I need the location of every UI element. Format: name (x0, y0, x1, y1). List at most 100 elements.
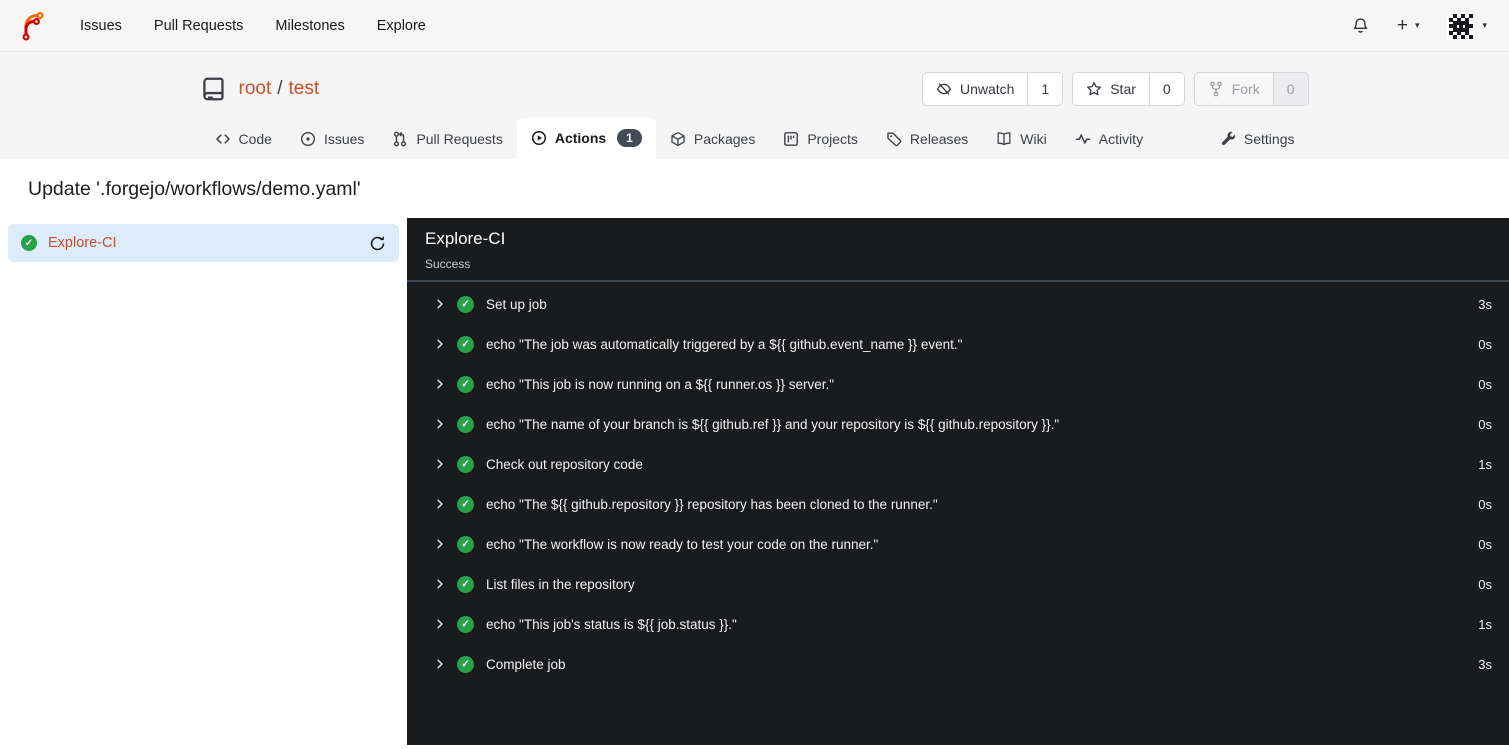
notifications-bell-icon[interactable] (1352, 17, 1369, 34)
job-log-panel: Explore-CI Success ✓ Set up job 3s ✓ ech… (407, 218, 1509, 745)
job-name: Explore-CI (48, 235, 117, 251)
tab-releases[interactable]: Releases (872, 120, 982, 159)
rerun-refresh-icon[interactable] (369, 235, 386, 252)
chevron-right-icon (437, 619, 443, 629)
nav-item-milestones[interactable]: Milestones (259, 9, 360, 43)
tab-issues[interactable]: Issues (286, 120, 378, 159)
tools-icon (1221, 131, 1236, 146)
unwatch-button[interactable]: Unwatch 1 (921, 72, 1064, 106)
tab-code[interactable]: Code (201, 120, 286, 159)
watch-count[interactable]: 1 (1028, 73, 1062, 105)
tab-pull-requests-label: Pull Requests (416, 131, 503, 147)
step-success-check-icon: ✓ (457, 495, 474, 513)
step-name: echo "The job was automatically triggere… (486, 336, 963, 352)
step-duration: 0s (1478, 496, 1492, 512)
tab-projects-label: Projects (807, 131, 858, 147)
tab-settings[interactable]: Settings (1206, 120, 1309, 159)
step-name: echo "This job is now running on a ${{ r… (486, 376, 835, 392)
star-count[interactable]: 0 (1150, 73, 1184, 105)
step-row[interactable]: ✓ Check out repository code 1s (407, 444, 1509, 484)
step-name: echo "The name of your branch is ${{ git… (486, 416, 1060, 432)
unwatch-label: Unwatch (959, 81, 1015, 97)
step-row[interactable]: ✓ Set up job 3s (407, 284, 1509, 324)
step-name: echo "This job's status is ${{ job.statu… (486, 616, 737, 632)
tab-actions-label: Actions (554, 130, 607, 146)
pulse-icon (1075, 134, 1090, 144)
nav-item-pull-requests[interactable]: Pull Requests (138, 9, 259, 43)
step-name: Set up job (486, 296, 547, 312)
tab-pull-requests[interactable]: Pull Requests (378, 120, 516, 159)
repo-name-link[interactable]: test (289, 78, 320, 100)
step-duration: 0s (1478, 536, 1492, 552)
tab-packages[interactable]: Packages (656, 120, 769, 159)
repo-tab-bar: Code Issues Pull Requests Actions 1 Pack… (201, 118, 1309, 159)
commit-title: Update '.forgejo/workflows/demo.yaml' (28, 178, 361, 200)
step-success-check-icon: ✓ (457, 335, 474, 353)
nav-item-issues[interactable]: Issues (64, 9, 138, 43)
step-success-check-icon: ✓ (457, 535, 474, 553)
create-new-dropdown[interactable]: + ▾ (1397, 16, 1420, 35)
fork-icon (1209, 81, 1222, 97)
code-icon (215, 134, 230, 144)
run-body: ✓ Explore-CI Explore-CI Success ✓ Set up… (0, 218, 1509, 745)
chevron-right-icon (437, 579, 443, 589)
repo-book-icon (202, 77, 224, 101)
step-row[interactable]: ✓ echo "This job's status is ${{ job.sta… (407, 604, 1509, 644)
chevron-down-icon: ▾ (1414, 20, 1420, 30)
step-success-check-icon: ✓ (457, 375, 474, 393)
tab-actions[interactable]: Actions 1 (516, 118, 656, 159)
tab-activity[interactable]: Activity (1061, 120, 1157, 159)
step-row[interactable]: ✓ echo "The ${{ github.repository }} rep… (407, 484, 1509, 524)
forgejo-logo-icon[interactable] (16, 10, 48, 42)
tab-settings-label: Settings (1243, 131, 1295, 147)
tab-code-label: Code (238, 131, 272, 147)
tab-issues-label: Issues (323, 131, 365, 147)
chevron-right-icon (437, 339, 443, 349)
step-success-check-icon: ✓ (457, 575, 474, 593)
tab-wiki[interactable]: Wiki (982, 120, 1060, 159)
step-list: ✓ Set up job 3s ✓ echo "The job was auto… (407, 282, 1509, 684)
repo-header: root / test Unwatch 1 Star 0 Fork 0 Code… (0, 52, 1509, 159)
nav-left: Issues Pull Requests Milestones Explore (16, 9, 442, 43)
repo-owner-link[interactable]: root (239, 78, 272, 100)
primary-nav: Issues Pull Requests Milestones Explore (64, 9, 442, 43)
issue-circle-icon (300, 131, 315, 147)
star-icon (1087, 82, 1102, 96)
step-row[interactable]: ✓ echo "The job was automatically trigge… (407, 324, 1509, 364)
repo-action-buttons: Unwatch 1 Star 0 Fork 0 (921, 72, 1309, 106)
chevron-right-icon (437, 459, 443, 469)
tab-wiki-label: Wiki (1020, 131, 1047, 147)
tab-releases-label: Releases (909, 131, 969, 147)
job-item-explore-ci[interactable]: ✓ Explore-CI (8, 224, 399, 262)
step-row[interactable]: ✓ Complete job 3s (407, 644, 1509, 684)
chevron-right-icon (437, 539, 443, 549)
chevron-right-icon (437, 659, 443, 669)
step-row[interactable]: ✓ echo "The name of your branch is ${{ g… (407, 404, 1509, 444)
star-button[interactable]: Star 0 (1072, 72, 1185, 106)
step-row[interactable]: ✓ echo "This job is now running on a ${{… (407, 364, 1509, 404)
tab-projects[interactable]: Projects (769, 120, 872, 159)
user-avatar (1447, 11, 1476, 40)
user-menu-dropdown[interactable]: ▾ (1447, 11, 1487, 40)
jobs-sidebar: ✓ Explore-CI (0, 218, 407, 745)
fork-label: Fork (1231, 81, 1260, 97)
fork-count: 0 (1273, 73, 1308, 105)
step-duration: 0s (1478, 336, 1492, 352)
tab-packages-label: Packages (693, 131, 756, 147)
step-success-check-icon: ✓ (457, 455, 474, 473)
tab-activity-label: Activity (1098, 131, 1144, 147)
step-row[interactable]: ✓ echo "The workflow is now ready to tes… (407, 524, 1509, 564)
step-name: echo "The workflow is now ready to test … (486, 536, 879, 552)
step-name: echo "The ${{ github.repository }} repos… (486, 496, 938, 512)
step-duration: 3s (1478, 656, 1492, 672)
nav-item-explore[interactable]: Explore (361, 9, 442, 43)
chevron-right-icon (437, 299, 443, 309)
job-log-title: Explore-CI (425, 229, 506, 248)
step-name: List files in the repository (486, 576, 635, 592)
chevron-right-icon (437, 379, 443, 389)
chevron-right-icon (437, 499, 443, 509)
package-icon (671, 131, 685, 147)
job-status-text: Success (425, 257, 471, 271)
play-circle-icon (531, 130, 546, 146)
step-row[interactable]: ✓ List files in the repository 0s (407, 564, 1509, 604)
